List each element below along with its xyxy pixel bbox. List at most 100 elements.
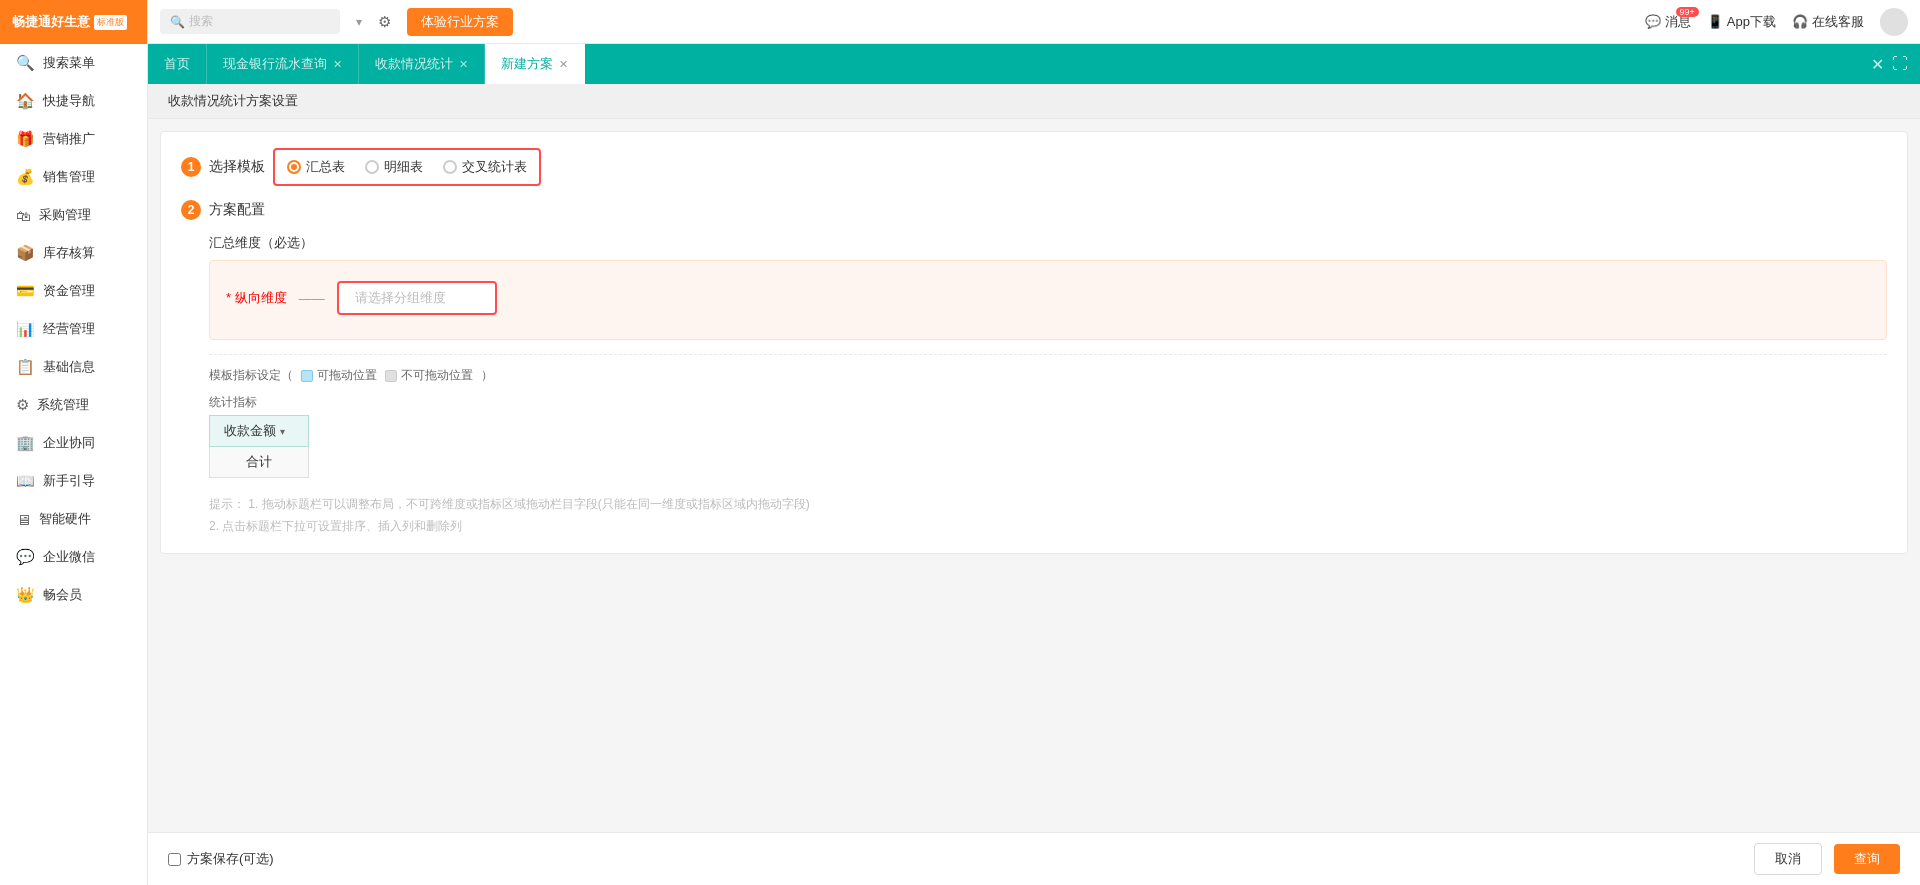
enterprise-icon: 🏢	[16, 434, 35, 452]
user-avatar[interactable]	[1880, 8, 1908, 36]
page-header: 收款情况统计方案设置	[148, 84, 1920, 119]
tab-home[interactable]: 首页	[148, 44, 207, 84]
sidebar-item-label: 销售管理	[43, 168, 95, 186]
page-header-title: 收款情况统计方案设置	[168, 93, 298, 108]
notice-badge: 99+	[1676, 7, 1699, 17]
page-content: 收款情况统计方案设置 1 选择模板 汇总表 明细表	[148, 84, 1920, 885]
dimension-row: 纵向维度 —— 请选择分组维度	[226, 281, 1870, 315]
search-icon: 🔍	[170, 15, 185, 29]
sidebar-item-base-info[interactable]: 📋 基础信息	[0, 348, 147, 386]
tab-collection-close[interactable]: ✕	[459, 58, 468, 71]
dim-select[interactable]: 请选择分组维度	[337, 281, 497, 315]
sidebar-item-label: 新手引导	[43, 472, 95, 490]
radio-detail[interactable]: 明细表	[365, 158, 423, 176]
radio-cross[interactable]: 交叉统计表	[443, 158, 527, 176]
sidebar-item-inventory[interactable]: 📦 库存核算	[0, 234, 147, 272]
sidebar-item-purchase[interactable]: 🛍 采购管理	[0, 196, 147, 234]
movable-dot	[301, 370, 313, 382]
sidebar-item-label: 系统管理	[37, 396, 89, 414]
operations-icon: 📊	[16, 320, 35, 338]
logo-badge: 标准版	[94, 15, 127, 30]
radio-cross-label: 交叉统计表	[462, 158, 527, 176]
trial-btn[interactable]: 体验行业方案	[407, 8, 513, 36]
metrics-close-paren: ）	[481, 367, 493, 384]
tab-cash-query-close[interactable]: ✕	[333, 58, 342, 71]
draggable-hint: 模板指标设定（ 可拖动位置 不可拖动位置 ）	[209, 367, 1887, 384]
sidebar-item-label: 企业协同	[43, 434, 95, 452]
sidebar-item-label: 企业微信	[43, 548, 95, 566]
sidebar-item-funds[interactable]: 💳 资金管理	[0, 272, 147, 310]
sidebar-item-label: 基础信息	[43, 358, 95, 376]
sidebar-item-label: 库存核算	[43, 244, 95, 262]
step2-area: 2 方案配置 汇总维度（必选） 纵向维度 —— 请选择分组维度	[181, 200, 1887, 537]
sidebar-item-marketing[interactable]: 🎁 营销推广	[0, 120, 147, 158]
step2-title: 方案配置	[209, 201, 265, 219]
radio-detail-circle	[365, 160, 379, 174]
stats-label-text: 统计指标	[209, 394, 309, 411]
save-plan-wrap[interactable]: 方案保存(可选)	[168, 850, 274, 868]
dim-arrow: ——	[299, 291, 325, 306]
service-wrap[interactable]: 🎧 在线客服	[1792, 13, 1864, 31]
tab-cash-query[interactable]: 现金银行流水查询 ✕	[207, 44, 359, 84]
sidebar: 畅捷通好生意 标准版 🔍 搜索菜单 🏠 快捷导航 🎁 营销推广 💰 销售管理 🛍…	[0, 0, 148, 885]
notice-icon: 💬	[1645, 14, 1661, 29]
sidebar-item-system[interactable]: ⚙ 系统管理	[0, 386, 147, 424]
footer-bar: 方案保存(可选) 取消 查询	[148, 832, 1920, 885]
tab-new-plan-close[interactable]: ✕	[559, 58, 568, 71]
radio-summary[interactable]: 汇总表	[287, 158, 345, 176]
logo-text: 畅捷通好生意	[12, 13, 90, 31]
topbar-search[interactable]: 🔍 搜索	[160, 9, 340, 34]
sidebar-item-smart-hw[interactable]: 🖥 智能硬件	[0, 500, 147, 538]
cancel-button[interactable]: 取消	[1754, 843, 1822, 875]
save-plan-checkbox[interactable]	[168, 853, 181, 866]
tab-home-label: 首页	[164, 55, 190, 73]
service-label: 在线客服	[1812, 13, 1864, 31]
save-plan-label: 方案保存(可选)	[187, 850, 274, 868]
download-wrap[interactable]: 📱 App下载	[1707, 13, 1776, 31]
sidebar-item-member[interactable]: 👑 畅会员	[0, 576, 147, 614]
query-button[interactable]: 查询	[1834, 844, 1900, 874]
sidebar-item-sales[interactable]: 💰 销售管理	[0, 158, 147, 196]
sidebar-item-label: 营销推广	[43, 130, 95, 148]
tab-new-plan[interactable]: 新建方案 ✕	[485, 44, 585, 84]
sidebar-item-search-menu[interactable]: 🔍 搜索菜单	[0, 44, 147, 82]
stats-col-dropdown-icon[interactable]: ▾	[280, 426, 285, 437]
tab-expand-icon[interactable]: ⛶	[1892, 55, 1908, 73]
service-icon: 🎧	[1792, 14, 1808, 29]
radio-summary-label: 汇总表	[306, 158, 345, 176]
template-options-box: 汇总表 明细表 交叉统计表	[273, 148, 541, 186]
search-placeholder: 搜索	[189, 13, 213, 30]
step2-header: 2 方案配置	[181, 200, 1887, 220]
stats-col-header[interactable]: 收款金额 ▾	[209, 415, 309, 447]
tabbar: 首页 现金银行流水查询 ✕ 收款情况统计 ✕ 新建方案 ✕ ✕ ⛶	[148, 44, 1920, 84]
fixed-dot	[385, 370, 397, 382]
metrics-section-title: 模板指标设定（	[209, 367, 293, 384]
tab-close-all-icon[interactable]: ✕	[1871, 55, 1884, 74]
tip-2: 2. 点击标题栏下拉可设置排序、插入列和删除列	[209, 516, 1887, 538]
radio-summary-circle	[287, 160, 301, 174]
movable-label: 可拖动位置	[317, 367, 377, 384]
fixed-tag: 不可拖动位置	[385, 367, 473, 384]
sidebar-item-wechat[interactable]: 💬 企业微信	[0, 538, 147, 576]
main-area: 🔍 搜索 ▾ ⚙ 体验行业方案 💬 消息 99+ 📱 App下载 🎧 在线客服	[148, 0, 1920, 885]
smart-hw-icon: 🖥	[16, 511, 31, 528]
search-menu-icon: 🔍	[16, 54, 35, 72]
step1-title: 选择模板	[209, 158, 265, 176]
purchase-icon: 🛍	[16, 207, 31, 224]
tip-1: 提示： 1. 拖动标题栏可以调整布局，不可跨维度或指标区域拖动栏目字段(只能在同…	[209, 494, 1887, 516]
sidebar-item-enterprise[interactable]: 🏢 企业协同	[0, 424, 147, 462]
topbar: 🔍 搜索 ▾ ⚙ 体验行业方案 💬 消息 99+ 📱 App下载 🎧 在线客服	[148, 0, 1920, 44]
topbar-dropdown-btn[interactable]: ▾	[356, 15, 362, 29]
stats-col-cell: 合计	[209, 447, 309, 478]
vertical-dim-label: 纵向维度	[226, 289, 287, 307]
sidebar-item-quick-nav[interactable]: 🏠 快捷导航	[0, 82, 147, 120]
tab-collection-stats[interactable]: 收款情况统计 ✕	[359, 44, 485, 84]
notice-wrap[interactable]: 💬 消息 99+	[1645, 13, 1691, 31]
sidebar-item-operations[interactable]: 📊 经营管理	[0, 310, 147, 348]
download-label: App下载	[1727, 13, 1776, 31]
fixed-label: 不可拖动位置	[401, 367, 473, 384]
topbar-gear-icon[interactable]: ⚙	[378, 13, 391, 31]
marketing-icon: 🎁	[16, 130, 35, 148]
sales-icon: 💰	[16, 168, 35, 186]
sidebar-item-guide[interactable]: 📖 新手引导	[0, 462, 147, 500]
